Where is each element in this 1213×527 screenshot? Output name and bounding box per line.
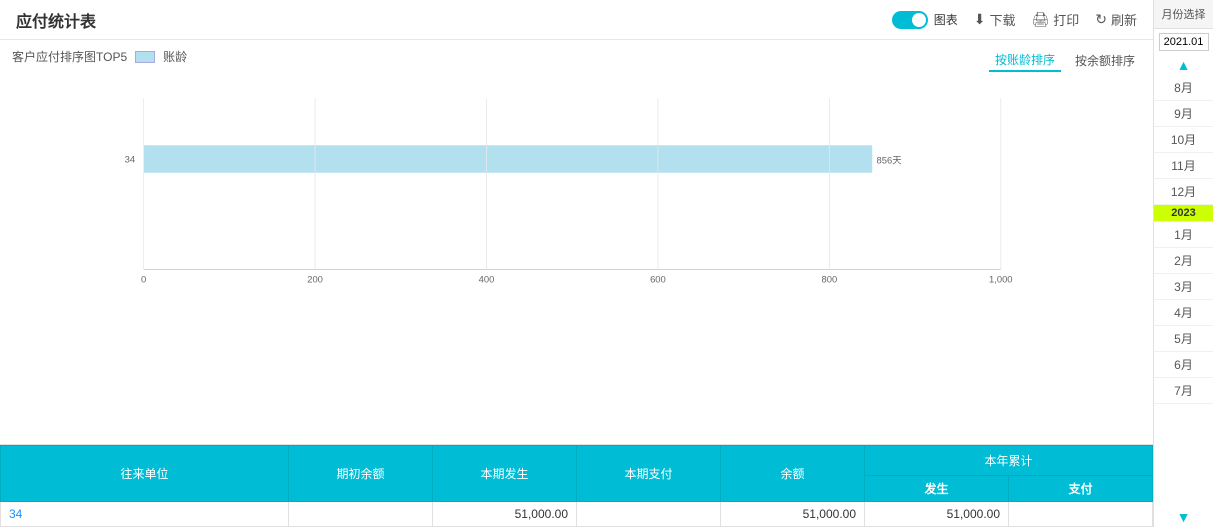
month-item-nov[interactable]: 11月 (1154, 153, 1213, 179)
sidebar-down-button[interactable]: ▼ (1154, 507, 1213, 527)
chart-sort-buttons: 按账龄排序 按余额排序 (989, 49, 1141, 72)
col-current-occur-header: 本期发生 (433, 446, 577, 502)
main-content: 应付统计表 图表 ⬇ 下载 🖨 打印 ↻ 刷新 (0, 0, 1153, 527)
svg-text:856天: 856天 (877, 154, 903, 165)
table-header-row: 往来单位 期初余额 本期发生 本期支付 余额 本年累计 (1, 446, 1153, 476)
ytd-pay-cell (1009, 502, 1153, 527)
ytd-occur-cell: 51,000.00 (865, 502, 1009, 527)
chart-area: 34 856天 0 200 400 600 800 1,000 (12, 73, 1141, 436)
month-item-may[interactable]: 5月 (1154, 326, 1213, 352)
svg-text:0: 0 (141, 273, 146, 284)
svg-text:600: 600 (650, 273, 666, 284)
col-ytd-pay-header: 支付 (1009, 476, 1153, 502)
current-pay-cell (577, 502, 721, 527)
month-item-oct[interactable]: 10月 (1154, 127, 1213, 153)
legend-box (135, 51, 155, 63)
download-icon: ⬇ (974, 11, 986, 28)
legend-box-label: 账龄 (163, 48, 187, 65)
refresh-icon: ↻ (1095, 11, 1107, 28)
balance-cell: 51,000.00 (721, 502, 865, 527)
table-wrapper: 往来单位 期初余额 本期发生 本期支付 余额 本年累计 发生 支付 (0, 445, 1153, 527)
refresh-button[interactable]: ↻ 刷新 (1095, 10, 1137, 29)
month-item-jun[interactable]: 6月 (1154, 352, 1213, 378)
month-item-sep[interactable]: 9月 (1154, 101, 1213, 127)
header-actions: 图表 ⬇ 下载 🖨 打印 ↻ 刷新 (892, 10, 1137, 29)
col-ytd-occur-header: 发生 (865, 476, 1009, 502)
chart-legend-title: 客户应付排序图TOP5 (12, 48, 127, 65)
month-item-dec[interactable]: 12月 (1154, 179, 1213, 205)
year-marker-2023[interactable]: 2023 (1154, 205, 1213, 222)
col-current-pay-header: 本期支付 (577, 446, 721, 502)
chart-svg: 34 856天 0 200 400 600 800 1,000 (12, 81, 1141, 321)
sort-by-age-button[interactable]: 按账龄排序 (989, 49, 1061, 72)
svg-text:800: 800 (822, 273, 838, 284)
download-button[interactable]: ⬇ 下载 (974, 10, 1016, 29)
month-item-jul[interactable]: 7月 (1154, 378, 1213, 404)
chart-legend: 客户应付排序图TOP5 账龄 (12, 48, 187, 65)
chart-toggle-wrap[interactable]: 图表 (892, 11, 958, 29)
sidebar-header: 月份选择 (1154, 0, 1213, 29)
year-input[interactable] (1159, 33, 1209, 51)
chart-section: 客户应付排序图TOP5 账龄 按账龄排序 按余额排序 34 856天 (0, 40, 1153, 444)
toggle-knob (912, 13, 926, 27)
data-table: 往来单位 期初余额 本期发生 本期支付 余额 本年累计 发生 支付 (0, 445, 1153, 527)
col-opening-header: 期初余额 (289, 446, 433, 502)
sidebar-months-list: 8月 9月 10月 11月 12月 2023 1月 2月 3月 4月 5月 6月… (1154, 75, 1213, 507)
header: 应付统计表 图表 ⬇ 下载 🖨 打印 ↻ 刷新 (0, 0, 1153, 40)
col-balance-header: 余额 (721, 446, 865, 502)
svg-text:1,000: 1,000 (989, 273, 1013, 284)
chart-legend-row: 客户应付排序图TOP5 账龄 按账龄排序 按余额排序 (12, 48, 1141, 73)
page-title: 应付统计表 (16, 8, 96, 32)
month-item-feb[interactable]: 2月 (1154, 248, 1213, 274)
month-item-mar[interactable]: 3月 (1154, 274, 1213, 300)
print-icon: 🖨 (1031, 11, 1049, 28)
table-row: 34 51,000.00 51,000.00 51,000.00 (1, 502, 1153, 527)
table-body: 34 51,000.00 51,000.00 51,000.00 (1, 502, 1153, 527)
col-ytd-group-header: 本年累计 (865, 446, 1153, 476)
app-container: 应付统计表 图表 ⬇ 下载 🖨 打印 ↻ 刷新 (0, 0, 1213, 527)
sidebar-up-button[interactable]: ▲ (1154, 55, 1213, 75)
print-label: 打印 (1053, 10, 1079, 29)
month-item-jan[interactable]: 1月 (1154, 222, 1213, 248)
table-section: 往来单位 期初余额 本期发生 本期支付 余额 本年累计 发生 支付 (0, 444, 1153, 527)
sort-by-balance-button[interactable]: 按余额排序 (1069, 49, 1141, 72)
refresh-label: 刷新 (1111, 10, 1137, 29)
print-button[interactable]: 🖨 打印 (1031, 10, 1079, 29)
opening-balance-cell (289, 502, 433, 527)
col-unit-header: 往来单位 (1, 446, 289, 502)
svg-text:400: 400 (479, 273, 495, 284)
unit-cell[interactable]: 34 (1, 502, 289, 527)
current-occur-cell: 51,000.00 (433, 502, 577, 527)
month-item-aug[interactable]: 8月 (1154, 75, 1213, 101)
svg-text:34: 34 (125, 153, 135, 164)
chart-toggle[interactable] (892, 11, 928, 29)
month-item-apr[interactable]: 4月 (1154, 300, 1213, 326)
download-label: 下载 (989, 10, 1015, 29)
chart-toggle-label: 图表 (934, 11, 958, 28)
sidebar: 月份选择 ▲ 8月 9月 10月 11月 12月 2023 1月 2月 3月 4… (1153, 0, 1213, 527)
svg-text:200: 200 (307, 273, 323, 284)
